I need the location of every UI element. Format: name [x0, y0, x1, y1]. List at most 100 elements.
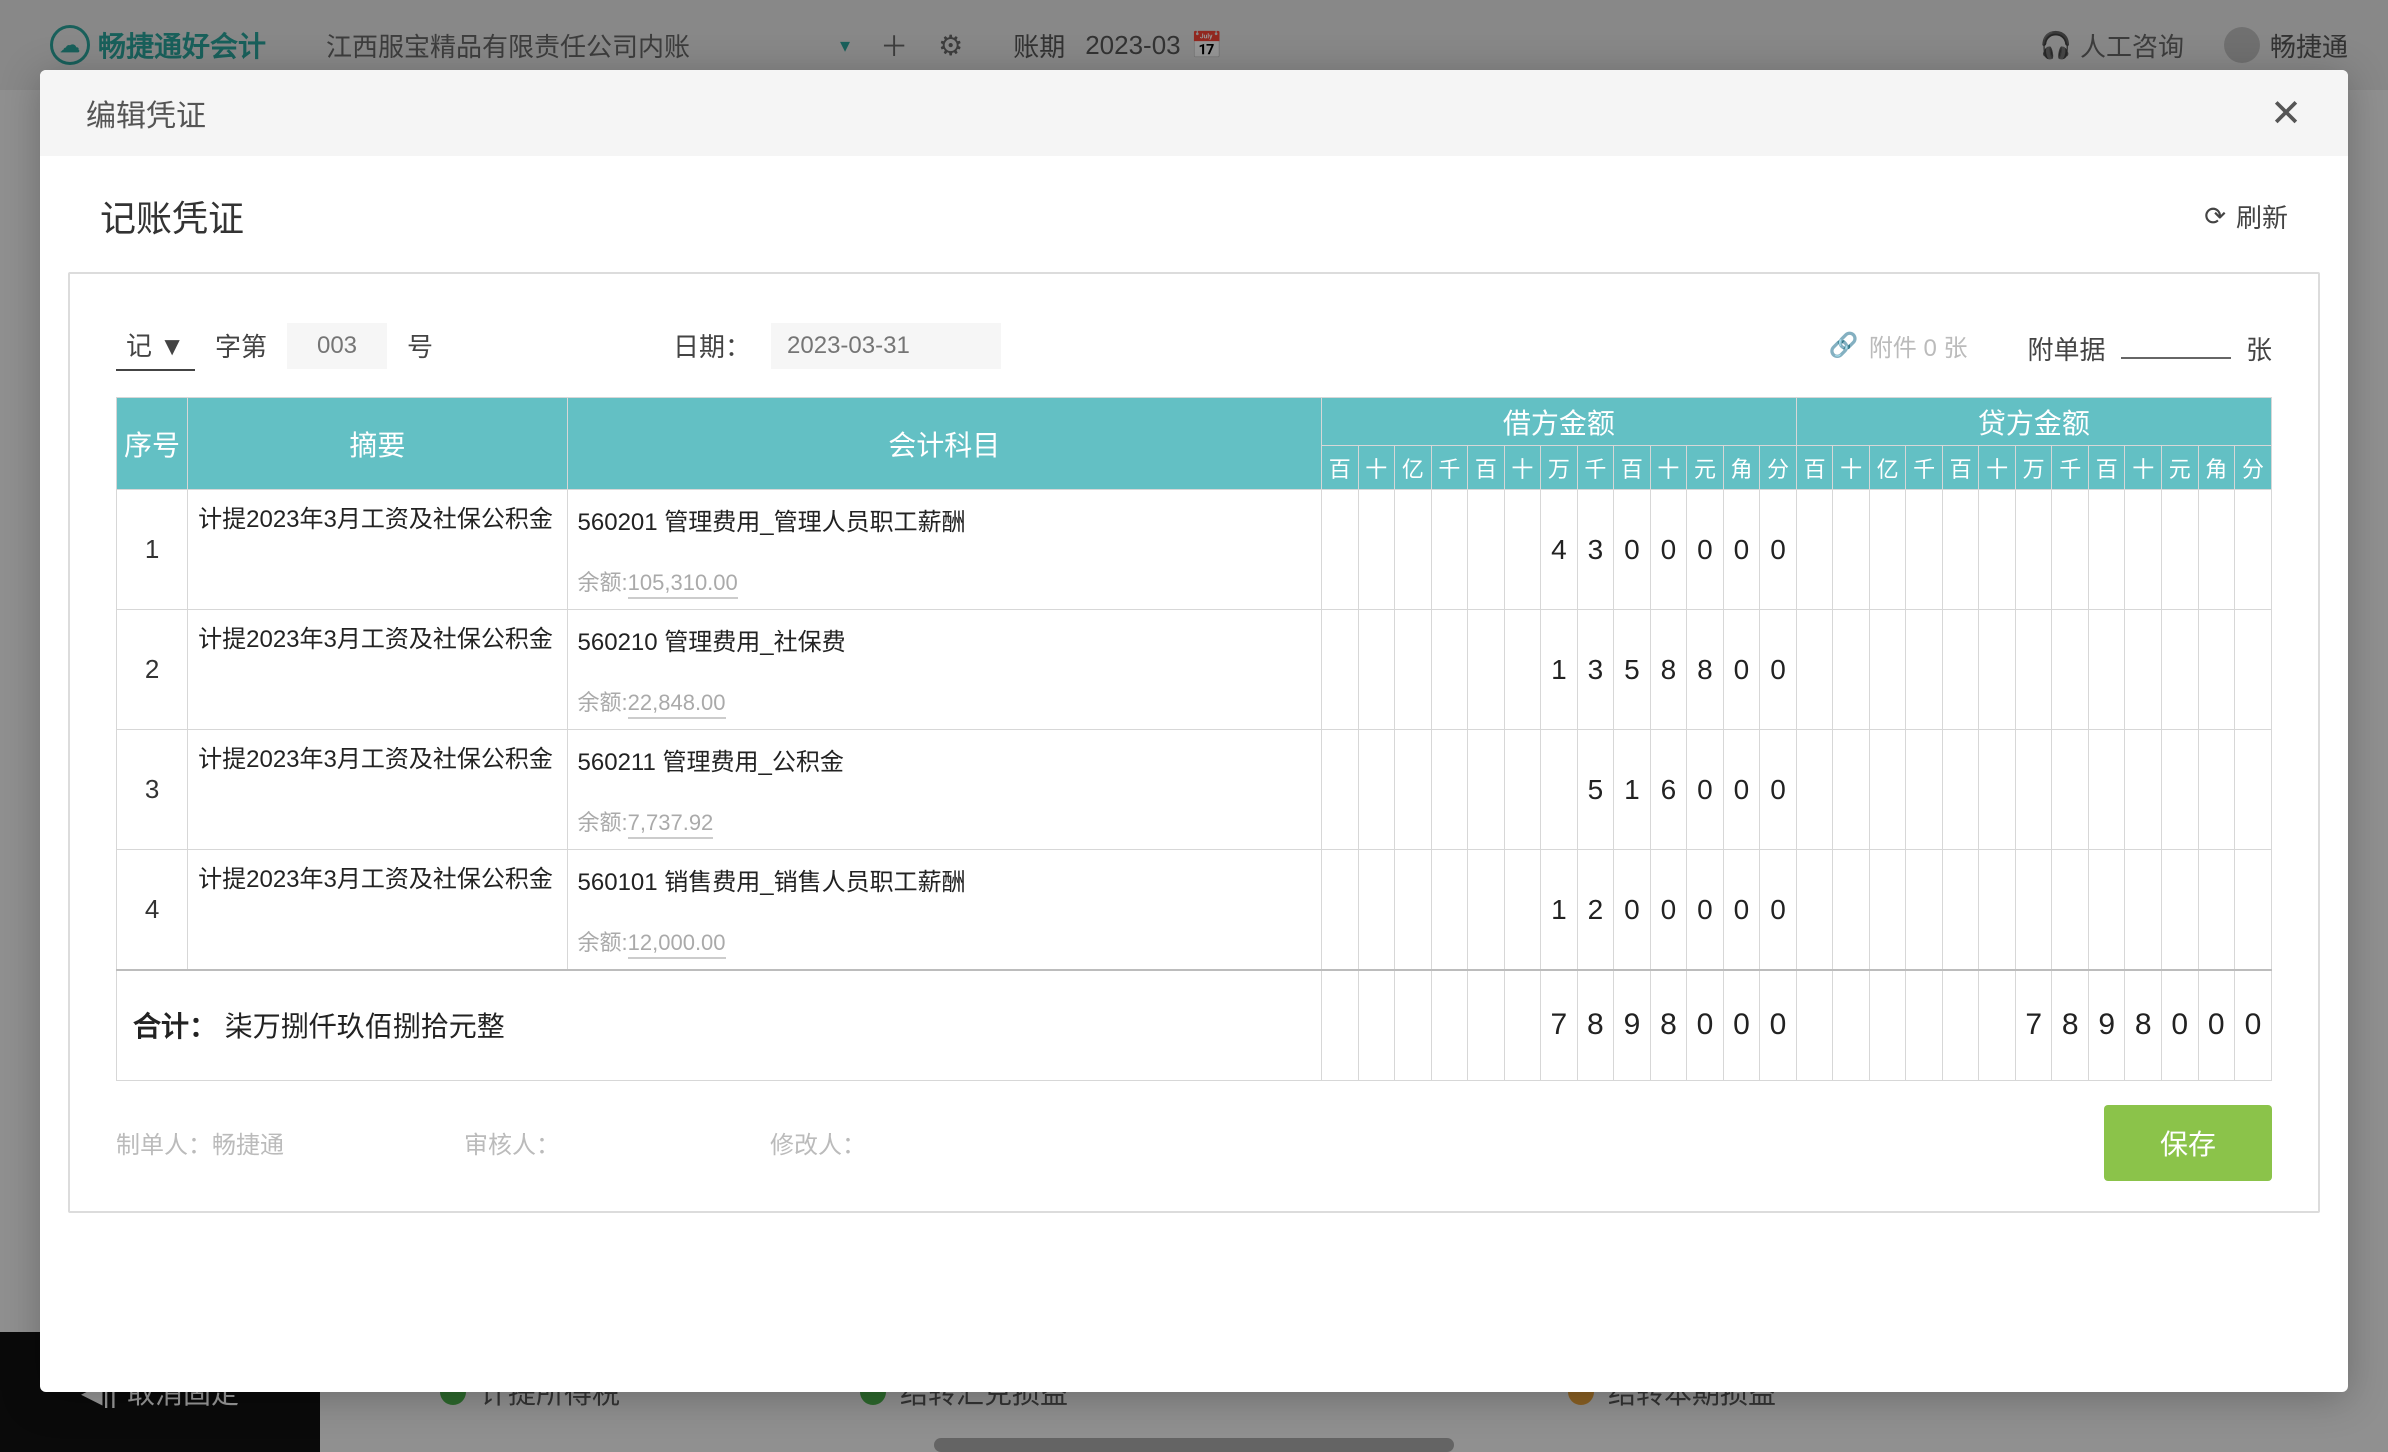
digit-cell[interactable] [1796, 850, 1833, 971]
digit-cell[interactable] [1431, 610, 1468, 730]
digit-cell[interactable] [1979, 970, 2016, 1080]
digit-cell[interactable] [2161, 730, 2198, 850]
digit-cell[interactable]: 0 [1760, 610, 1797, 730]
digit-cell[interactable] [1395, 610, 1432, 730]
digit-cell[interactable] [2235, 730, 2272, 850]
digit-cell[interactable] [1833, 970, 1870, 1080]
voucher-type-select[interactable]: 记 ▼ [116, 320, 195, 371]
digit-cell[interactable] [2015, 850, 2052, 971]
horizontal-scrollbar[interactable] [934, 1438, 1454, 1452]
digit-cell[interactable] [1504, 490, 1541, 610]
save-button[interactable]: 保存 [2104, 1105, 2272, 1181]
digit-cell[interactable]: 0 [1723, 850, 1760, 971]
digit-cell[interactable] [1942, 730, 1979, 850]
digit-cell[interactable] [2088, 490, 2125, 610]
digit-cell[interactable] [1358, 730, 1395, 850]
digit-cell[interactable]: 6 [1650, 730, 1687, 850]
attach-doc-count-input[interactable] [2121, 325, 2231, 359]
digit-cell[interactable]: 5 [1614, 610, 1651, 730]
digit-cell[interactable]: 5 [1577, 730, 1614, 850]
digit-cell[interactable] [2161, 850, 2198, 971]
digit-cell[interactable] [1468, 970, 1505, 1080]
digit-cell[interactable] [1796, 970, 1833, 1080]
digit-cell[interactable]: 0 [1723, 610, 1760, 730]
digit-cell[interactable]: 0 [1760, 730, 1797, 850]
digit-cell[interactable] [1869, 850, 1906, 971]
digit-cell[interactable] [1468, 850, 1505, 971]
attachment-count[interactable]: 🔗 附件 0 张 [1829, 328, 1968, 363]
digit-cell[interactable] [1833, 490, 1870, 610]
digit-cell[interactable] [1833, 850, 1870, 971]
digit-cell[interactable]: 8 [1650, 610, 1687, 730]
digit-cell[interactable] [2235, 850, 2272, 971]
digit-cell[interactable] [1942, 850, 1979, 971]
digit-cell[interactable]: 8 [1650, 970, 1687, 1080]
digit-cell[interactable]: 0 [1650, 850, 1687, 971]
digit-cell[interactable]: 0 [1614, 490, 1651, 610]
digit-cell[interactable] [1395, 970, 1432, 1080]
digit-cell[interactable] [1942, 970, 1979, 1080]
digit-cell[interactable] [1468, 490, 1505, 610]
digit-cell[interactable]: 3 [1577, 490, 1614, 610]
row-summary[interactable]: 计提2023年3月工资及社保公积金 [188, 850, 567, 971]
digit-cell[interactable] [1942, 490, 1979, 610]
digit-cell[interactable] [2125, 850, 2162, 971]
digit-cell[interactable] [1322, 610, 1359, 730]
digit-cell[interactable] [1431, 970, 1468, 1080]
row-account[interactable]: 560101 销售费用_销售人员职工薪酬余额:12,000.00 [567, 850, 1322, 971]
digit-cell[interactable]: 0 [2235, 970, 2272, 1080]
digit-cell[interactable] [2088, 610, 2125, 730]
digit-cell[interactable]: 3 [1577, 610, 1614, 730]
digit-cell[interactable] [1431, 850, 1468, 971]
digit-cell[interactable] [1322, 970, 1359, 1080]
digit-cell[interactable]: 0 [2198, 970, 2235, 1080]
digit-cell[interactable]: 0 [1687, 490, 1724, 610]
digit-cell[interactable] [2125, 490, 2162, 610]
digit-cell[interactable] [2088, 730, 2125, 850]
digit-cell[interactable] [1869, 730, 1906, 850]
digit-cell[interactable]: 0 [1687, 730, 1724, 850]
digit-cell[interactable] [2198, 610, 2235, 730]
digit-cell[interactable] [2125, 730, 2162, 850]
digit-cell[interactable]: 9 [2088, 970, 2125, 1080]
digit-cell[interactable] [2125, 610, 2162, 730]
digit-cell[interactable] [1796, 610, 1833, 730]
digit-cell[interactable]: 0 [2161, 970, 2198, 1080]
digit-cell[interactable]: 8 [1687, 610, 1724, 730]
digit-cell[interactable] [2198, 850, 2235, 971]
digit-cell[interactable] [1395, 850, 1432, 971]
digit-cell[interactable] [2052, 490, 2089, 610]
digit-cell[interactable] [1431, 730, 1468, 850]
digit-cell[interactable] [1906, 850, 1943, 971]
digit-cell[interactable]: 9 [1614, 970, 1651, 1080]
digit-cell[interactable] [2015, 730, 2052, 850]
digit-cell[interactable]: 4 [1541, 490, 1578, 610]
digit-cell[interactable] [2015, 490, 2052, 610]
digit-cell[interactable] [1468, 610, 1505, 730]
row-account[interactable]: 560211 管理费用_公积金余额:7,737.92 [567, 730, 1322, 850]
digit-cell[interactable] [1504, 850, 1541, 971]
digit-cell[interactable] [1833, 610, 1870, 730]
digit-cell[interactable] [1796, 730, 1833, 850]
digit-cell[interactable]: 8 [1577, 970, 1614, 1080]
row-summary[interactable]: 计提2023年3月工资及社保公积金 [188, 610, 567, 730]
digit-cell[interactable]: 0 [1614, 850, 1651, 971]
digit-cell[interactable]: 0 [1723, 970, 1760, 1080]
digit-cell[interactable] [2235, 610, 2272, 730]
digit-cell[interactable]: 0 [1723, 730, 1760, 850]
digit-cell[interactable]: 0 [1650, 490, 1687, 610]
digit-cell[interactable]: 7 [2015, 970, 2052, 1080]
digit-cell[interactable] [2088, 850, 2125, 971]
digit-cell[interactable] [1431, 490, 1468, 610]
digit-cell[interactable] [2198, 730, 2235, 850]
digit-cell[interactable] [1979, 850, 2016, 971]
digit-cell[interactable]: 0 [1760, 850, 1797, 971]
digit-cell[interactable] [1322, 850, 1359, 971]
digit-cell[interactable] [1796, 490, 1833, 610]
digit-cell[interactable] [1322, 730, 1359, 850]
digit-cell[interactable]: 0 [1760, 490, 1797, 610]
digit-cell[interactable] [2015, 610, 2052, 730]
digit-cell[interactable] [1906, 610, 1943, 730]
digit-cell[interactable]: 1 [1541, 850, 1578, 971]
close-icon[interactable]: ✕ [2270, 91, 2302, 136]
